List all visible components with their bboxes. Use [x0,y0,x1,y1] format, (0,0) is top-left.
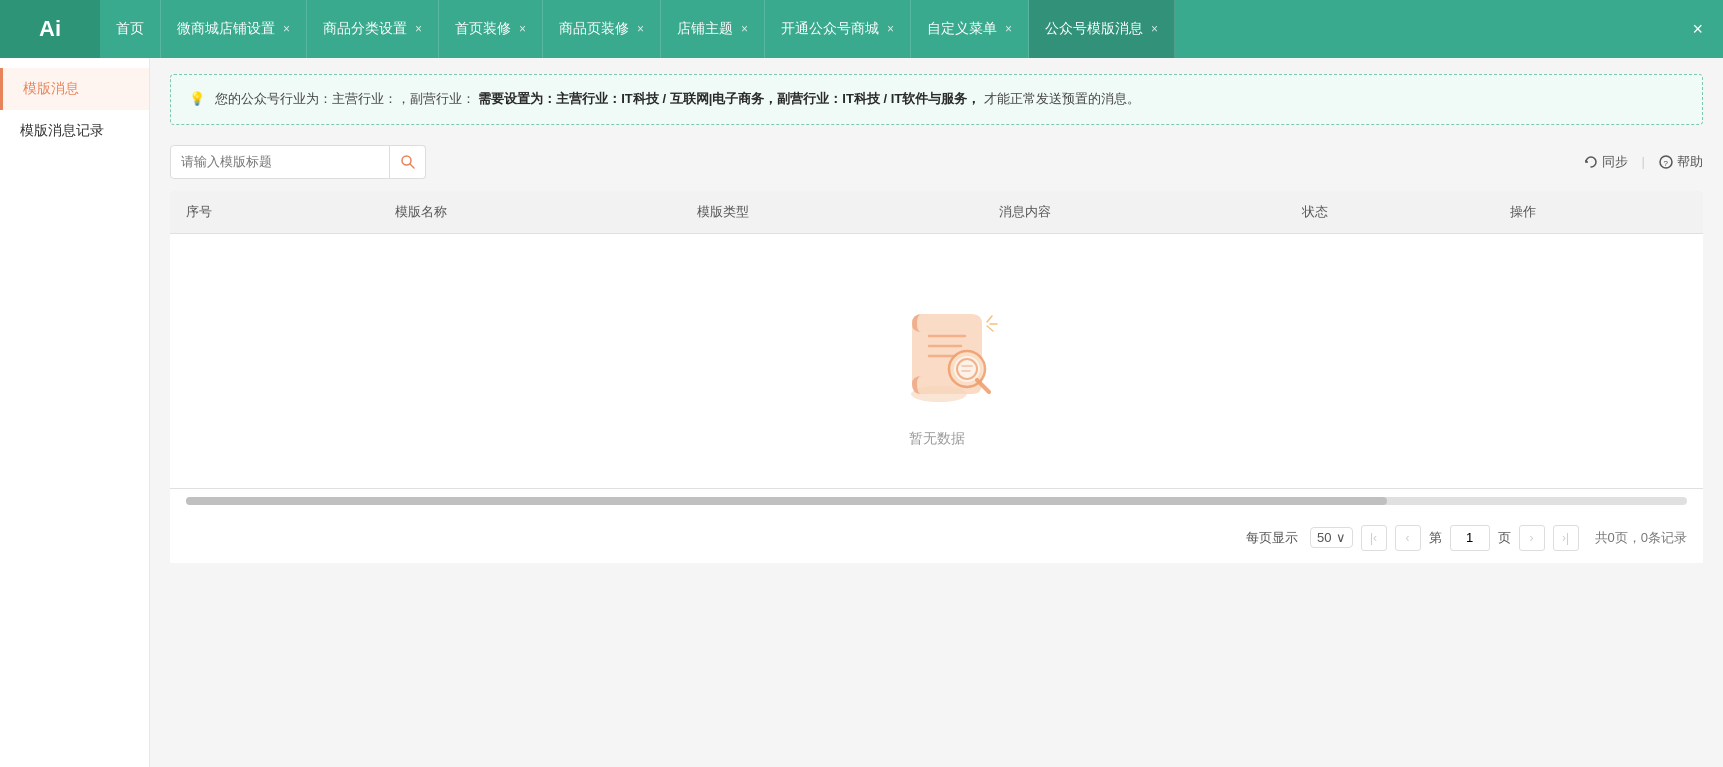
nav-tab-close[interactable]: × [519,22,526,36]
nav-tab-close[interactable]: × [1005,22,1012,36]
data-table: 序号模版名称模版类型消息内容状态操作 [170,191,1703,234]
scrollbar-track[interactable] [186,497,1687,505]
nav-tab-label: 商品分类设置 [323,20,407,38]
notice-box: 💡 您的公众号行业为：主营行业：，副营行业： 需要设置为：主营行业：IT科技 /… [170,74,1703,125]
scrollbar-thumb [186,497,1387,505]
first-page-button[interactable]: |‹ [1361,525,1387,551]
notice-suffix: 才能正常发送预置的消息。 [984,91,1140,106]
nav-tab-label: 店铺主题 [677,20,733,38]
col-header-seq: 序号 [170,191,379,234]
nav-tab-label: 开通公众号商城 [781,20,879,38]
sync-button[interactable]: 同步 [1584,153,1628,171]
sync-icon [1584,155,1598,169]
top-nav: Ai 首页微商城店铺设置×商品分类设置×首页装修×商品页装修×店铺主题×开通公众… [0,0,1723,58]
brand-logo: Ai [0,0,100,58]
chevron-down-icon: ∨ [1336,530,1346,545]
col-header-name: 模版名称 [379,191,681,234]
prev-page-button[interactable]: ‹ [1395,525,1421,551]
toolbar: 同步 | ? 帮助 [170,145,1703,179]
page-size-select[interactable]: 50 ∨ [1310,527,1352,548]
nav-tab-close[interactable]: × [415,22,422,36]
col-header-type: 模版类型 [681,191,983,234]
sync-label: 同步 [1602,153,1628,171]
nav-tab-open-shop[interactable]: 开通公众号商城 × [765,0,911,58]
help-button[interactable]: ? 帮助 [1659,153,1703,171]
scrollbar-area [170,488,1703,513]
sidebar-item-template-msg[interactable]: 模版消息 [0,68,149,110]
page-prefix: 第 [1429,529,1442,547]
search-button[interactable] [390,145,426,179]
page-size-value: 50 [1317,530,1331,545]
nav-tab-close[interactable]: × [283,22,290,36]
col-header-status: 状态 [1286,191,1495,234]
nav-tab-template-msg[interactable]: 公众号模版消息 × [1029,0,1175,58]
nav-tab-home-decor[interactable]: 首页装修 × [439,0,543,58]
notice-icon: 💡 [189,91,205,106]
search-input[interactable] [170,145,390,179]
svg-line-1 [410,164,414,168]
nav-tab-close[interactable]: × [1151,22,1158,36]
main-layout: 模版消息模版消息记录 💡 您的公众号行业为：主营行业：，副营行业： 需要设置为：… [0,58,1723,767]
nav-tab-label: 首页装修 [455,20,511,38]
page-size-label: 每页显示 [1246,529,1298,547]
col-header-action: 操作 [1494,191,1703,234]
sidebar-item-template-history[interactable]: 模版消息记录 [0,110,149,152]
notice-highlight: 需要设置为：主营行业：IT科技 / 互联网|电子商务，副营行业：IT科技 / I… [478,91,980,106]
close-all-button[interactable]: × [1672,19,1723,40]
divider: | [1642,154,1645,169]
svg-line-14 [987,316,992,322]
next-page-button[interactable]: › [1519,525,1545,551]
notice-prefix: 您的公众号行业为：主营行业：，副营行业： [215,91,475,106]
content-area: 💡 您的公众号行业为：主营行业：，副营行业： 需要设置为：主营行业：IT科技 /… [150,58,1723,767]
toolbar-right: 同步 | ? 帮助 [1584,153,1703,171]
nav-tab-shop-settings[interactable]: 微商城店铺设置 × [161,0,307,58]
nav-tab-label: 自定义菜单 [927,20,997,38]
total-info: 共0页，0条记录 [1595,529,1687,547]
nav-tab-close[interactable]: × [637,22,644,36]
search-icon [400,154,416,170]
nav-tab-label: 首页 [116,20,144,38]
empty-illustration [877,294,997,414]
help-icon: ? [1659,155,1673,169]
pagination: 每页显示 50 ∨ |‹ ‹ 第 页 › ›| 共0页，0条记录 [170,513,1703,563]
nav-tab-product-decor[interactable]: 商品页装修 × [543,0,661,58]
page-number-input[interactable] [1450,525,1490,551]
page-unit: 页 [1498,529,1511,547]
help-label: 帮助 [1677,153,1703,171]
nav-tab-label: 微商城店铺设置 [177,20,275,38]
svg-line-16 [987,326,993,331]
empty-state: 暂无数据 [170,234,1703,488]
svg-text:?: ? [1664,159,1669,168]
nav-tab-shop-theme[interactable]: 店铺主题 × [661,0,765,58]
last-page-button[interactable]: ›| [1553,525,1579,551]
nav-tab-close[interactable]: × [741,22,748,36]
nav-tab-label: 公众号模版消息 [1045,20,1143,38]
sidebar: 模版消息模版消息记录 [0,58,150,767]
col-header-content: 消息内容 [983,191,1285,234]
nav-tab-close[interactable]: × [887,22,894,36]
empty-text: 暂无数据 [909,430,965,448]
nav-tab-custom-menu[interactable]: 自定义菜单 × [911,0,1029,58]
nav-tab-home[interactable]: 首页 [100,0,161,58]
nav-tab-product-category[interactable]: 商品分类设置 × [307,0,439,58]
search-area [170,145,426,179]
empty-svg [877,294,1007,424]
nav-tab-label: 商品页装修 [559,20,629,38]
